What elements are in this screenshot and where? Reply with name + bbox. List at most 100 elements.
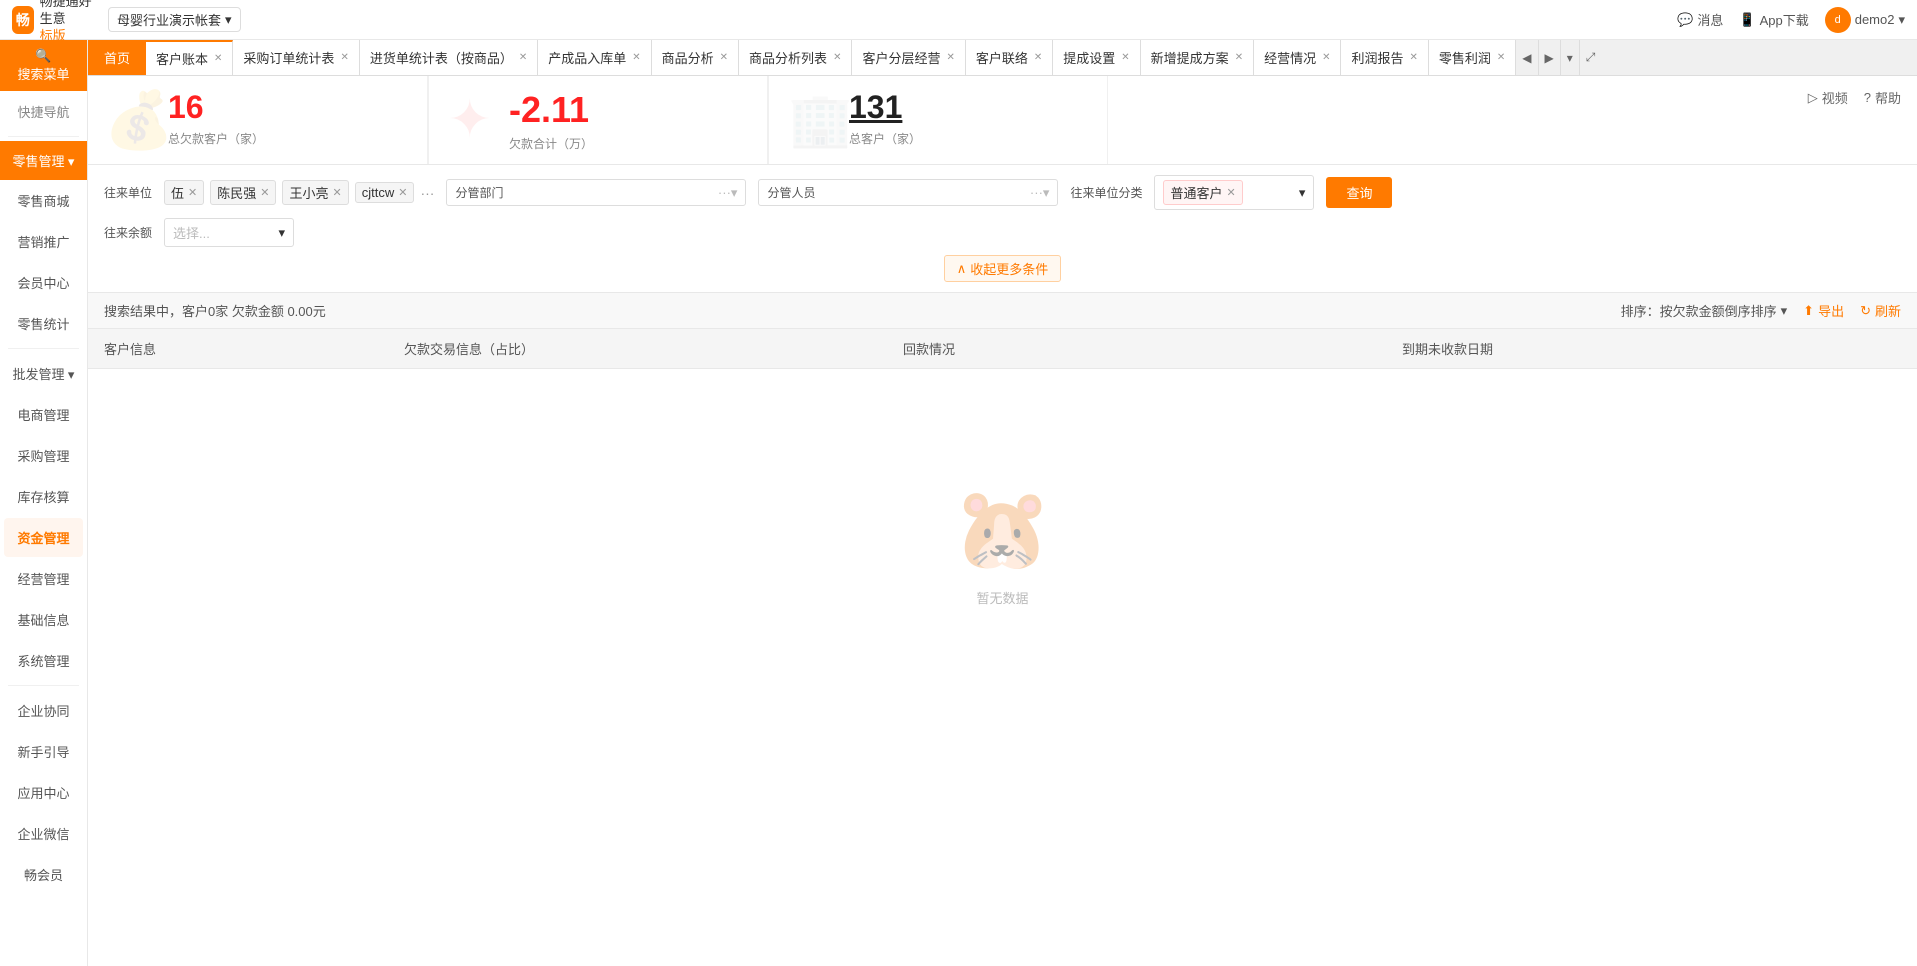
stat-total-customers2: 131 总客户（家）: [768, 76, 1108, 164]
sidebar-item-quick-nav[interactable]: 快捷导航: [4, 92, 83, 131]
sidebar-item-operations[interactable]: 经营管理: [4, 559, 83, 598]
main-layout: 🔍 搜索菜单 快捷导航 零售管理 ▾ 零售商城 营销推广 会员中心 零售统计 批…: [0, 40, 1917, 966]
refresh-button[interactable]: ↻ 刷新: [1860, 301, 1901, 320]
filter-row-1: 往来单位 伍 ✕ 陈民强 ✕ 王小亮 ✕ cjttcw: [104, 175, 1901, 210]
tab-close-icon5[interactable]: ✕: [720, 52, 728, 63]
total-customers2-label: 总客户（家）: [849, 130, 921, 147]
tab-production-inbound[interactable]: 产成品入库单 ✕: [538, 40, 651, 75]
tab-close-icon11[interactable]: ✕: [1322, 52, 1330, 63]
sidebar-item-system[interactable]: 系统管理: [4, 641, 83, 680]
remove-tag-chen[interactable]: ✕: [260, 186, 269, 199]
user-menu[interactable]: d demo2 ▾: [1825, 7, 1905, 33]
sidebar-item-app-center[interactable]: 应用中心: [4, 773, 83, 812]
remove-tag-wang[interactable]: ✕: [333, 186, 342, 199]
balance-label: 往来余额: [104, 224, 152, 241]
export-button[interactable]: ⬆ 导出: [1803, 301, 1844, 320]
tab-close-icon12[interactable]: ✕: [1410, 52, 1418, 63]
sidebar-item-enterprise-collab[interactable]: 企业协同: [4, 691, 83, 730]
sort-select[interactable]: 排序：按欠款金额倒序排序 ▾: [1621, 301, 1788, 320]
arrears-number: -2.11: [509, 88, 589, 131]
person-more-dots: ···: [1030, 185, 1043, 200]
dept-label: 分管部门: [455, 184, 503, 201]
sort-chevron: ▾: [1781, 303, 1788, 319]
chevron-down-icon: ▾: [1898, 12, 1905, 28]
sidebar-item-purchase[interactable]: 采购管理: [4, 436, 83, 475]
tab-profit-report[interactable]: 利润报告 ✕: [1341, 40, 1428, 75]
table-header: 客户信息 欠款交易信息（占比） 回款情况 到期未收款日期: [88, 329, 1917, 369]
tab-close-icon8[interactable]: ✕: [1034, 52, 1042, 63]
stat-arrears: -2.11 欠款合计（万）: [428, 76, 768, 164]
sidebar-item-member-center[interactable]: 会员中心: [4, 263, 83, 302]
dept-select[interactable]: 分管部门 ··· ▾: [446, 179, 746, 206]
category-label: 往来单位分类: [1070, 184, 1142, 201]
balance-select[interactable]: 选择... ▾: [164, 218, 294, 247]
tab-purchase-order-stats[interactable]: 采购订单统计表 ✕: [233, 40, 359, 75]
tab-close-icon[interactable]: ✕: [214, 53, 222, 64]
filter-tags: 伍 ✕ 陈民强 ✕ 王小亮 ✕ cjttcw ✕ ···: [164, 180, 434, 205]
sidebar-item-enterprise-wechat[interactable]: 企业微信: [4, 814, 83, 853]
sort-label: 排序：按欠款金额倒序排序: [1621, 301, 1777, 320]
sidebar-divider: [8, 136, 79, 137]
search-icon: 🔍: [35, 48, 51, 63]
more-tags-button[interactable]: ···: [420, 185, 434, 201]
sidebar-item-basic-info[interactable]: 基础信息: [4, 600, 83, 639]
tab-add-commission[interactable]: 新增提成方案 ✕: [1141, 40, 1254, 75]
collapse-button[interactable]: ∧ 收起更多条件: [944, 255, 1062, 282]
tab-retail-profit[interactable]: 零售利润 ✕: [1429, 40, 1516, 75]
sidebar-item-capital[interactable]: 资金管理: [4, 518, 83, 557]
tab-incoming-stats[interactable]: 进货单统计表（按商品） ✕: [360, 40, 538, 75]
tab-close-icon13[interactable]: ✕: [1497, 52, 1505, 63]
tab-ops-overview[interactable]: 经营情况 ✕: [1254, 40, 1341, 75]
sidebar-item-newbie[interactable]: 新手引导: [4, 732, 83, 771]
tab-customer-ledger[interactable]: 客户账本 ✕: [146, 40, 233, 75]
tab-customer-contact[interactable]: 客户联络 ✕: [966, 40, 1053, 75]
table-area: 客户信息 欠款交易信息（占比） 回款情况 到期未收款日期 🐹 暂无数据: [88, 329, 1917, 966]
store-select[interactable]: 母婴行业演示帐套 ▾: [108, 7, 241, 32]
top-bar-right: 💬 消息 📱 App下载 d demo2 ▾: [1677, 7, 1905, 33]
sidebar-item-retail-stats[interactable]: 零售统计: [4, 304, 83, 343]
tab-customer-tier[interactable]: 客户分层经营 ✕: [852, 40, 965, 75]
help-button[interactable]: ? 帮助: [1864, 88, 1901, 107]
tab-prev-button[interactable]: ◀: [1516, 40, 1538, 75]
tab-next-button[interactable]: ▶: [1539, 40, 1561, 75]
remove-tag-cj[interactable]: ✕: [398, 186, 407, 199]
message-button[interactable]: 💬 消息: [1677, 10, 1723, 29]
person-select[interactable]: 分管人员 ··· ▾: [758, 179, 1058, 206]
result-bar-right: 排序：按欠款金额倒序排序 ▾ ⬆ 导出 ↻ 刷新: [1621, 301, 1901, 320]
remove-category-tag[interactable]: ✕: [1226, 186, 1235, 199]
tab-close-icon9[interactable]: ✕: [1121, 52, 1129, 63]
empty-state: 🐹 暂无数据: [88, 369, 1917, 719]
sidebar-item-retail[interactable]: 零售管理 ▾: [0, 141, 87, 180]
sidebar-search[interactable]: 🔍 搜索菜单: [0, 40, 87, 91]
sidebar-item-chang-member[interactable]: 畅会员: [4, 855, 83, 894]
col-repayment: 回款情况: [903, 339, 1402, 358]
sidebar-item-marketing[interactable]: 营销推广: [4, 222, 83, 261]
empty-icon: 🐹: [953, 482, 1053, 576]
tab-close-icon4[interactable]: ✕: [632, 52, 640, 63]
category-select[interactable]: 普通客户 ✕ ▾: [1154, 175, 1314, 210]
sidebar-item-inventory[interactable]: 库存核算: [4, 477, 83, 516]
remove-tag-wu[interactable]: ✕: [188, 186, 197, 199]
sidebar-item-ecommerce[interactable]: 电商管理: [4, 395, 83, 434]
app-download-button[interactable]: 📱 App下载: [1739, 10, 1808, 29]
tab-product-analysis-list[interactable]: 商品分析列表 ✕: [739, 40, 852, 75]
tab-fullscreen-button[interactable]: ⤢: [1580, 40, 1602, 75]
tab-menu-button[interactable]: ▾: [1561, 40, 1580, 75]
tab-close-icon3[interactable]: ✕: [519, 52, 527, 63]
tab-close-icon7[interactable]: ✕: [946, 52, 954, 63]
sidebar: 🔍 搜索菜单 快捷导航 零售管理 ▾ 零售商城 营销推广 会员中心 零售统计 批…: [0, 40, 88, 966]
page-header: 💰 16 总欠款客户（家） ✦ -2.11 欠款合计（万） 🏢 131 总客户（…: [88, 76, 1917, 165]
tab-home[interactable]: 首页: [88, 40, 146, 75]
query-button[interactable]: 查询: [1326, 177, 1392, 208]
tab-close-icon2[interactable]: ✕: [340, 52, 348, 63]
result-bar: 搜索结果中，客户0家 欠款金额 0.00元 排序：按欠款金额倒序排序 ▾ ⬆ 导…: [88, 293, 1917, 329]
tab-commission-settings[interactable]: 提成设置 ✕: [1053, 40, 1140, 75]
video-button[interactable]: ▷ 视频: [1808, 88, 1848, 107]
sidebar-item-wholesale[interactable]: 批发管理 ▾: [4, 354, 83, 393]
logo-icon: 畅: [12, 6, 34, 34]
tab-close-icon10[interactable]: ✕: [1235, 52, 1243, 63]
tab-close-icon6[interactable]: ✕: [833, 52, 841, 63]
tab-product-analysis[interactable]: 商品分析 ✕: [652, 40, 739, 75]
sidebar-item-retail-mall[interactable]: 零售商城: [4, 181, 83, 220]
category-chevron: ▾: [1299, 185, 1306, 201]
